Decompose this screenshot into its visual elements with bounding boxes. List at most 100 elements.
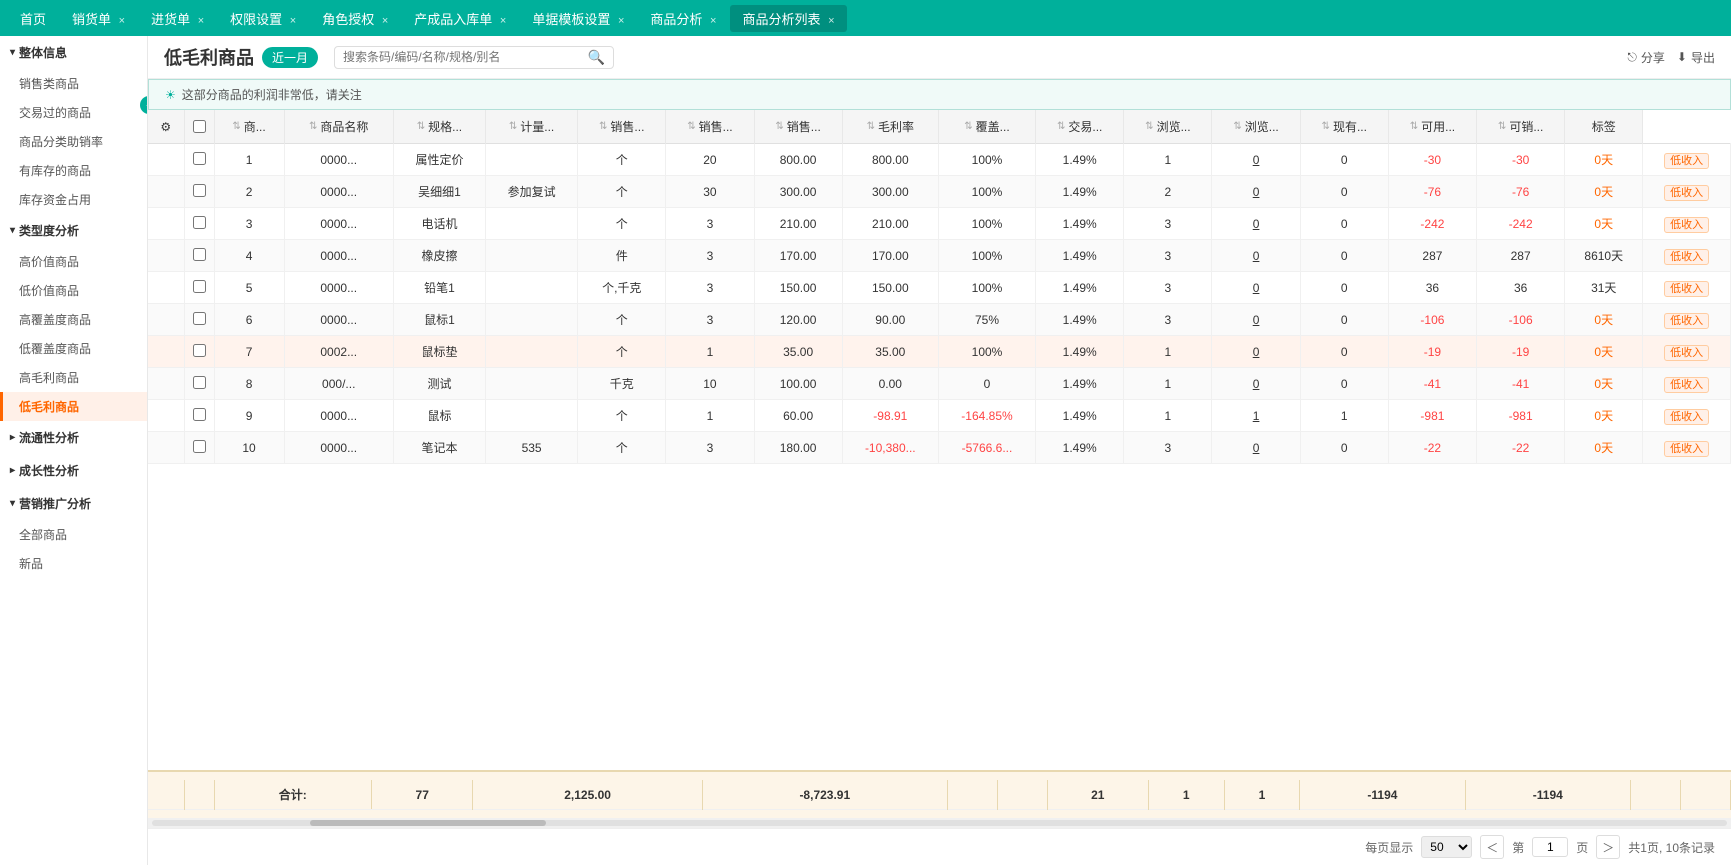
row-select-checkbox[interactable] — [193, 312, 206, 325]
row-view1[interactable]: 0 — [1212, 208, 1300, 240]
row-view1[interactable]: 0 — [1212, 368, 1300, 400]
totals-available: -1194 — [1465, 780, 1630, 810]
th-name[interactable]: ⇅商品名称 — [284, 110, 393, 144]
row-select-checkbox[interactable] — [193, 248, 206, 261]
view1-link[interactable]: 0 — [1253, 217, 1260, 231]
horizontal-scrollbar[interactable] — [148, 818, 1731, 828]
th-spec[interactable]: ⇅规格... — [393, 110, 485, 144]
nav-analysis-list[interactable]: 商品分析列表 × — [730, 5, 846, 32]
view1-link[interactable]: 0 — [1253, 185, 1260, 199]
prev-page-button[interactable]: ＜ — [1480, 835, 1504, 859]
row-view1[interactable]: 1 — [1212, 400, 1300, 432]
select-all-checkbox[interactable] — [193, 120, 206, 133]
view1-link[interactable]: 0 — [1253, 345, 1260, 359]
next-page-button[interactable]: ＞ — [1596, 835, 1620, 859]
nav-products-close[interactable]: × — [500, 15, 506, 27]
th-available[interactable]: ⇅可用... — [1388, 110, 1476, 144]
sidebar-item-category-sales[interactable]: 商品分类助销率 — [0, 127, 147, 156]
sort-icon: ⇅ — [232, 121, 240, 132]
nav-permissions-close[interactable]: × — [290, 15, 296, 27]
nav-analysis[interactable]: 商品分析 × — [638, 5, 728, 32]
row-view1[interactable]: 0 — [1212, 240, 1300, 272]
nav-templates-close[interactable]: × — [618, 15, 624, 27]
th-coverage[interactable]: ⇅覆盖... — [938, 110, 1035, 144]
row-sale-qty: 3 — [666, 272, 754, 304]
row-unit: 个 — [578, 304, 666, 336]
nav-analysis-list-close[interactable]: × — [828, 15, 834, 27]
view1-link[interactable]: 0 — [1253, 153, 1260, 167]
th-view1[interactable]: ⇅浏览... — [1124, 110, 1212, 144]
row-view1[interactable]: 0 — [1212, 176, 1300, 208]
row-select-checkbox[interactable] — [193, 152, 206, 165]
th-view2[interactable]: ⇅浏览... — [1212, 110, 1300, 144]
page-number-input[interactable] — [1532, 837, 1568, 857]
search-input[interactable] — [343, 50, 588, 64]
sidebar-section-marketing[interactable]: ▾ 营销推广分析 — [0, 487, 147, 520]
nav-products[interactable]: 产成品入库单 × — [402, 5, 518, 32]
export-button[interactable]: ⬇ 导出 — [1677, 49, 1715, 66]
row-sale-profit: 35.00 — [842, 336, 938, 368]
sidebar-item-high-margin[interactable]: 高毛利商品 — [0, 363, 147, 392]
th-sale-profit[interactable]: ⇅销售... — [754, 110, 842, 144]
nav-roles[interactable]: 角色授权 × — [310, 5, 400, 32]
row-select-checkbox[interactable] — [193, 408, 206, 421]
sidebar-item-low-margin[interactable]: 低毛利商品 — [0, 392, 147, 421]
row-code: 0002... — [284, 336, 393, 368]
th-sale-qty[interactable]: ⇅销售... — [578, 110, 666, 144]
nav-sales-close[interactable]: × — [119, 15, 125, 27]
sidebar-item-all-products[interactable]: 全部商品 — [0, 520, 147, 549]
row-view1[interactable]: 0 — [1212, 272, 1300, 304]
sidebar-item-high-coverage[interactable]: 高覆盖度商品 — [0, 305, 147, 334]
sidebar-section-growth[interactable]: ▸ 成长性分析 — [0, 454, 147, 487]
row-sale-profit: 170.00 — [842, 240, 938, 272]
page-size-select[interactable]: 50 100 — [1421, 836, 1472, 858]
sidebar-item-sales-products[interactable]: 销售类商品 — [0, 69, 147, 98]
th-unit[interactable]: ⇅计量... — [486, 110, 578, 144]
sidebar-item-low-value[interactable]: 低价值商品 — [0, 276, 147, 305]
row-select-checkbox[interactable] — [193, 184, 206, 197]
row-select-checkbox[interactable] — [193, 280, 206, 293]
th-settings[interactable]: ⚙ — [148, 110, 184, 144]
sidebar-item-traded-products[interactable]: 交易过的商品 — [0, 98, 147, 127]
share-button[interactable]: ⎋ 分享 — [1627, 49, 1665, 66]
view1-link[interactable]: 0 — [1253, 281, 1260, 295]
th-tx-count[interactable]: ⇅交易... — [1036, 110, 1124, 144]
sidebar-item-inventory[interactable]: 有库存的商品 — [0, 156, 147, 185]
view1-link[interactable]: 1 — [1253, 409, 1260, 423]
nav-permissions[interactable]: 权限设置 × — [218, 5, 308, 32]
row-view1[interactable]: 0 — [1212, 336, 1300, 368]
sidebar-item-new-products[interactable]: 新品 — [0, 549, 147, 578]
th-code[interactable]: ⇅商... — [214, 110, 284, 144]
filter-button[interactable]: 近一月 — [262, 47, 318, 68]
sidebar-item-high-value[interactable]: 高价值商品 — [0, 247, 147, 276]
nav-sales[interactable]: 销货单 × — [60, 5, 137, 32]
row-select-checkbox[interactable] — [193, 376, 206, 389]
nav-home[interactable]: 首页 — [8, 5, 58, 32]
row-select-checkbox[interactable] — [193, 440, 206, 453]
th-current[interactable]: ⇅现有... — [1300, 110, 1388, 144]
sidebar-section-overall[interactable]: ▾ 整体信息 — [0, 36, 147, 69]
th-saleable[interactable]: ⇅可销... — [1477, 110, 1565, 144]
row-select-checkbox[interactable] — [193, 344, 206, 357]
sidebar-section-liquidity[interactable]: ▸ 流通性分析 — [0, 421, 147, 454]
nav-purchase-close[interactable]: × — [198, 15, 204, 27]
nav-analysis-close[interactable]: × — [710, 15, 716, 27]
th-sale-amt[interactable]: ⇅销售... — [666, 110, 754, 144]
row-view1[interactable]: 0 — [1212, 432, 1300, 464]
totals-tag — [1680, 780, 1730, 810]
sidebar-item-low-coverage[interactable]: 低覆盖度商品 — [0, 334, 147, 363]
view1-link[interactable]: 0 — [1253, 313, 1260, 327]
sidebar-section-type[interactable]: ▾ 类型度分析 — [0, 214, 147, 247]
row-view1[interactable]: 0 — [1212, 144, 1300, 176]
nav-roles-close[interactable]: × — [382, 15, 388, 27]
sidebar-item-capital[interactable]: 库存资金占用 — [0, 185, 147, 214]
th-gross-rate[interactable]: ⇅毛利率 — [842, 110, 938, 144]
row-sale-profit: 0.00 — [842, 368, 938, 400]
view1-link[interactable]: 0 — [1253, 377, 1260, 391]
row-view1[interactable]: 0 — [1212, 304, 1300, 336]
view1-link[interactable]: 0 — [1253, 249, 1260, 263]
row-select-checkbox[interactable] — [193, 216, 206, 229]
nav-purchase[interactable]: 进货单 × — [139, 5, 216, 32]
nav-templates[interactable]: 单据模板设置 × — [520, 5, 636, 32]
view1-link[interactable]: 0 — [1253, 441, 1260, 455]
